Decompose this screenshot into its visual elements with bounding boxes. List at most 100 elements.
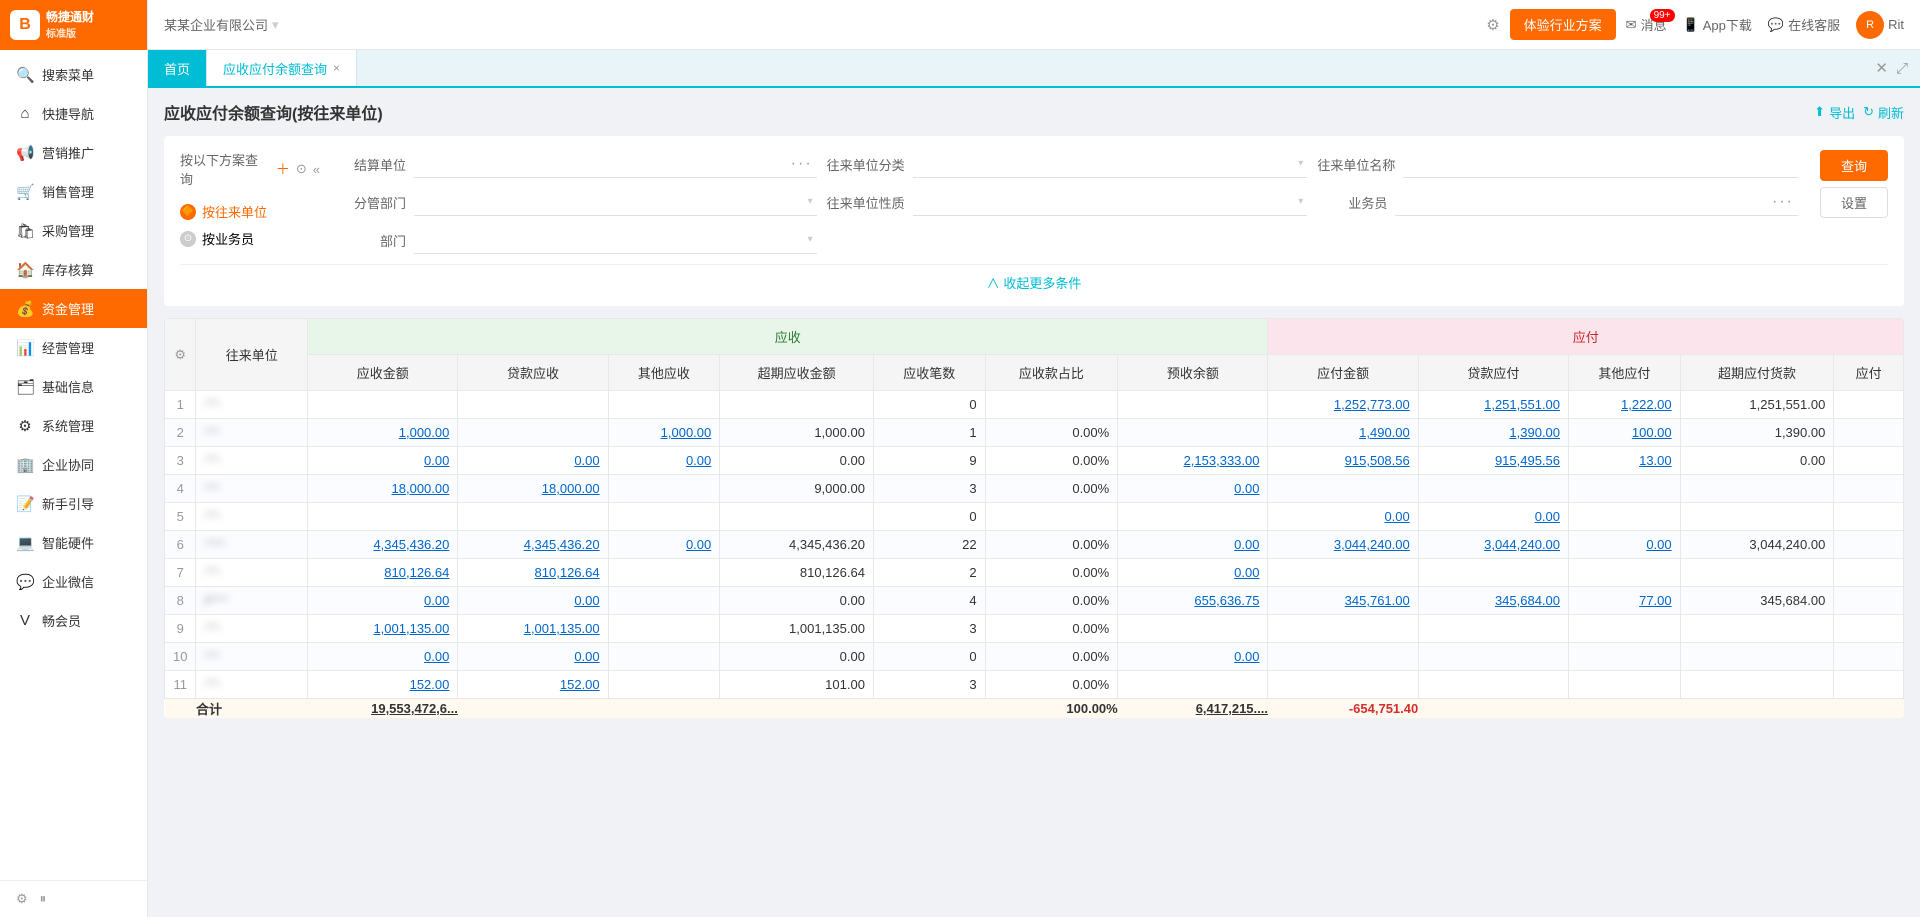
- refresh-button[interactable]: ↻ 刷新: [1863, 103, 1904, 122]
- export-button[interactable]: ⬆ 导出: [1814, 103, 1855, 122]
- table-cell[interactable]: 0.00: [1569, 531, 1681, 559]
- app-download-button[interactable]: 📱 App下载: [1683, 15, 1752, 34]
- table-cell[interactable]: 1,001,135.00: [458, 615, 608, 643]
- table-cell[interactable]: 4,345,436.20: [308, 531, 458, 559]
- field-unit-name-input[interactable]: [1403, 150, 1798, 178]
- table-cell[interactable]: 0.00: [458, 447, 608, 475]
- table-cell[interactable]: 1,001,135.00: [308, 615, 458, 643]
- table-cell: 0.00: [720, 447, 874, 475]
- table-cell[interactable]: 0.00: [1118, 531, 1268, 559]
- messages-button[interactable]: ✉ 消息 99+: [1626, 15, 1667, 34]
- table-cell[interactable]: 1,000.00: [608, 419, 720, 447]
- field-dept-input[interactable]: ▾: [414, 188, 817, 216]
- tab-expand-icon[interactable]: ⤢: [1896, 60, 1908, 77]
- topbar-gear-icon[interactable]: ⚙: [1486, 16, 1499, 34]
- table-cell[interactable]: 915,508.56: [1268, 447, 1418, 475]
- scheme-item-staff[interactable]: ⊙ 按业务员: [180, 225, 320, 252]
- table-cell[interactable]: 0.00: [458, 643, 608, 671]
- user-avatar-button[interactable]: R Rit: [1856, 11, 1904, 39]
- table-cell[interactable]: 152.00: [308, 671, 458, 699]
- table-cell[interactable]: 0.00: [1418, 503, 1568, 531]
- sidebar-item-hardware[interactable]: 💻 智能硬件: [0, 523, 147, 562]
- table-cell[interactable]: 345,684.00: [1418, 587, 1568, 615]
- table-cell[interactable]: 0.00: [1118, 559, 1268, 587]
- field-division-input[interactable]: ▾: [414, 226, 817, 254]
- field-salesman-input[interactable]: ···: [1395, 188, 1798, 216]
- sidebar-item-inventory[interactable]: 🏠 库存核算: [0, 250, 147, 289]
- table-cell[interactable]: 0.00: [608, 531, 720, 559]
- table-cell[interactable]: 810,126.64: [308, 559, 458, 587]
- table-cell[interactable]: 100.00: [1569, 419, 1681, 447]
- table-cell[interactable]: 915,495.56: [1418, 447, 1568, 475]
- app-label: App下载: [1703, 15, 1752, 34]
- page-title: 应收应付余额查询(按往来单位): [164, 100, 383, 124]
- table-cell[interactable]: 3,044,240.00: [1268, 531, 1418, 559]
- table-cell[interactable]: 0.00: [458, 587, 608, 615]
- solution-button[interactable]: 体验行业方案: [1510, 9, 1616, 40]
- scheme-item-unit[interactable]: 🔶 按往来单位: [180, 198, 320, 225]
- table-cell[interactable]: 345,761.00: [1268, 587, 1418, 615]
- table-cell[interactable]: 0.00: [1268, 503, 1418, 531]
- sidebar-item-basic[interactable]: 🗂 基础信息: [0, 367, 147, 406]
- table-cell[interactable]: 655,636.75: [1118, 587, 1268, 615]
- table-cell[interactable]: 0.00: [308, 587, 458, 615]
- field-settlement-input[interactable]: ···: [414, 150, 817, 178]
- sidebar-item-quicknav[interactable]: ⌂ 快捷导航: [0, 94, 147, 133]
- table-cell[interactable]: 1,222.00: [1569, 391, 1681, 419]
- table-cell[interactable]: 0.00: [608, 447, 720, 475]
- sidebar-item-wechat[interactable]: 💬 企业微信: [0, 562, 147, 601]
- collapse-footer-icon[interactable]: ⏸: [40, 891, 47, 907]
- scheme-collapse-icon[interactable]: «: [313, 162, 320, 177]
- sidebar-item-search-label: 搜索菜单: [42, 65, 94, 84]
- data-table-container: ⚙ 往来单位 应收 应付 应收金额 贷款应收 其他应收 超期应收金额 应收笔数 …: [164, 318, 1904, 718]
- field-unit-nature-input[interactable]: ▾: [913, 188, 1308, 216]
- table-cell[interactable]: 0.00: [1118, 475, 1268, 503]
- table-cell[interactable]: 77.00: [1569, 587, 1681, 615]
- query-button[interactable]: 查询: [1820, 150, 1888, 181]
- sidebar-item-marketing[interactable]: 📢 营销推广: [0, 133, 147, 172]
- table-cell[interactable]: 1,390.00: [1418, 419, 1568, 447]
- table-cell[interactable]: 18,000.00: [308, 475, 458, 503]
- collapse-conditions-button[interactable]: ∧ 收起更多条件: [987, 276, 1082, 291]
- row-num: 7: [165, 559, 196, 587]
- table-cell[interactable]: 1,490.00: [1268, 419, 1418, 447]
- tab-home[interactable]: 首页: [148, 50, 207, 86]
- tab-arbalance-close[interactable]: ×: [333, 61, 340, 75]
- sidebar-item-finance[interactable]: 💰 资金管理: [0, 289, 147, 328]
- tab-close-window-icon[interactable]: ✕: [1875, 59, 1888, 77]
- th-gear[interactable]: ⚙: [165, 319, 196, 391]
- table-cell[interactable]: 0.00: [1118, 643, 1268, 671]
- sidebar-item-search[interactable]: 🔍 搜索菜单: [0, 55, 147, 94]
- sidebar-item-management[interactable]: 📊 经营管理: [0, 328, 147, 367]
- tab-home-label: 首页: [164, 59, 190, 78]
- sidebar-item-system[interactable]: ⚙ 系统管理: [0, 406, 147, 445]
- table-cell[interactable]: 1,252,773.00: [1268, 391, 1418, 419]
- add-scheme-icon[interactable]: ＋: [276, 159, 290, 179]
- tab-arbalance[interactable]: 应收应付余额查询 ×: [207, 50, 357, 86]
- table-cell[interactable]: 2,153,333.00: [1118, 447, 1268, 475]
- field-unit-category-input[interactable]: ▾: [913, 150, 1308, 178]
- table-cell[interactable]: 1,251,551.00: [1418, 391, 1568, 419]
- table-cell[interactable]: 4,345,436.20: [458, 531, 608, 559]
- table-cell[interactable]: 3,044,240.00: [1418, 531, 1568, 559]
- table-cell[interactable]: 810,126.64: [458, 559, 608, 587]
- table-cell[interactable]: 0.00: [308, 447, 458, 475]
- sidebar-item-guide[interactable]: 📝 新手引导: [0, 484, 147, 523]
- online-service-button[interactable]: 💬 在线客服: [1768, 15, 1840, 34]
- setting-button[interactable]: 设置: [1820, 187, 1888, 218]
- sidebar-item-enterprise[interactable]: 🏢 企业协同: [0, 445, 147, 484]
- table-cell[interactable]: 1,000.00: [308, 419, 458, 447]
- settings-footer-icon[interactable]: ⚙: [16, 891, 28, 907]
- table-cell[interactable]: 13.00: [1569, 447, 1681, 475]
- table-cell: [1118, 503, 1268, 531]
- footer-ar-amount[interactable]: 19,553,472,6...: [308, 699, 458, 719]
- sidebar-item-member[interactable]: V 畅会员: [0, 601, 147, 640]
- table-cell[interactable]: 0.00: [308, 643, 458, 671]
- field-unit-nature-arrow: ▾: [1298, 196, 1303, 207]
- sidebar-item-sales[interactable]: 🛒 销售管理: [0, 172, 147, 211]
- table-cell[interactable]: 152.00: [458, 671, 608, 699]
- footer-ar-prepay[interactable]: 6,417,215....: [1118, 699, 1268, 719]
- sidebar-item-purchase[interactable]: 🛍 采购管理: [0, 211, 147, 250]
- table-cell[interactable]: 18,000.00: [458, 475, 608, 503]
- scheme-settings-icon[interactable]: ⊙: [296, 161, 307, 177]
